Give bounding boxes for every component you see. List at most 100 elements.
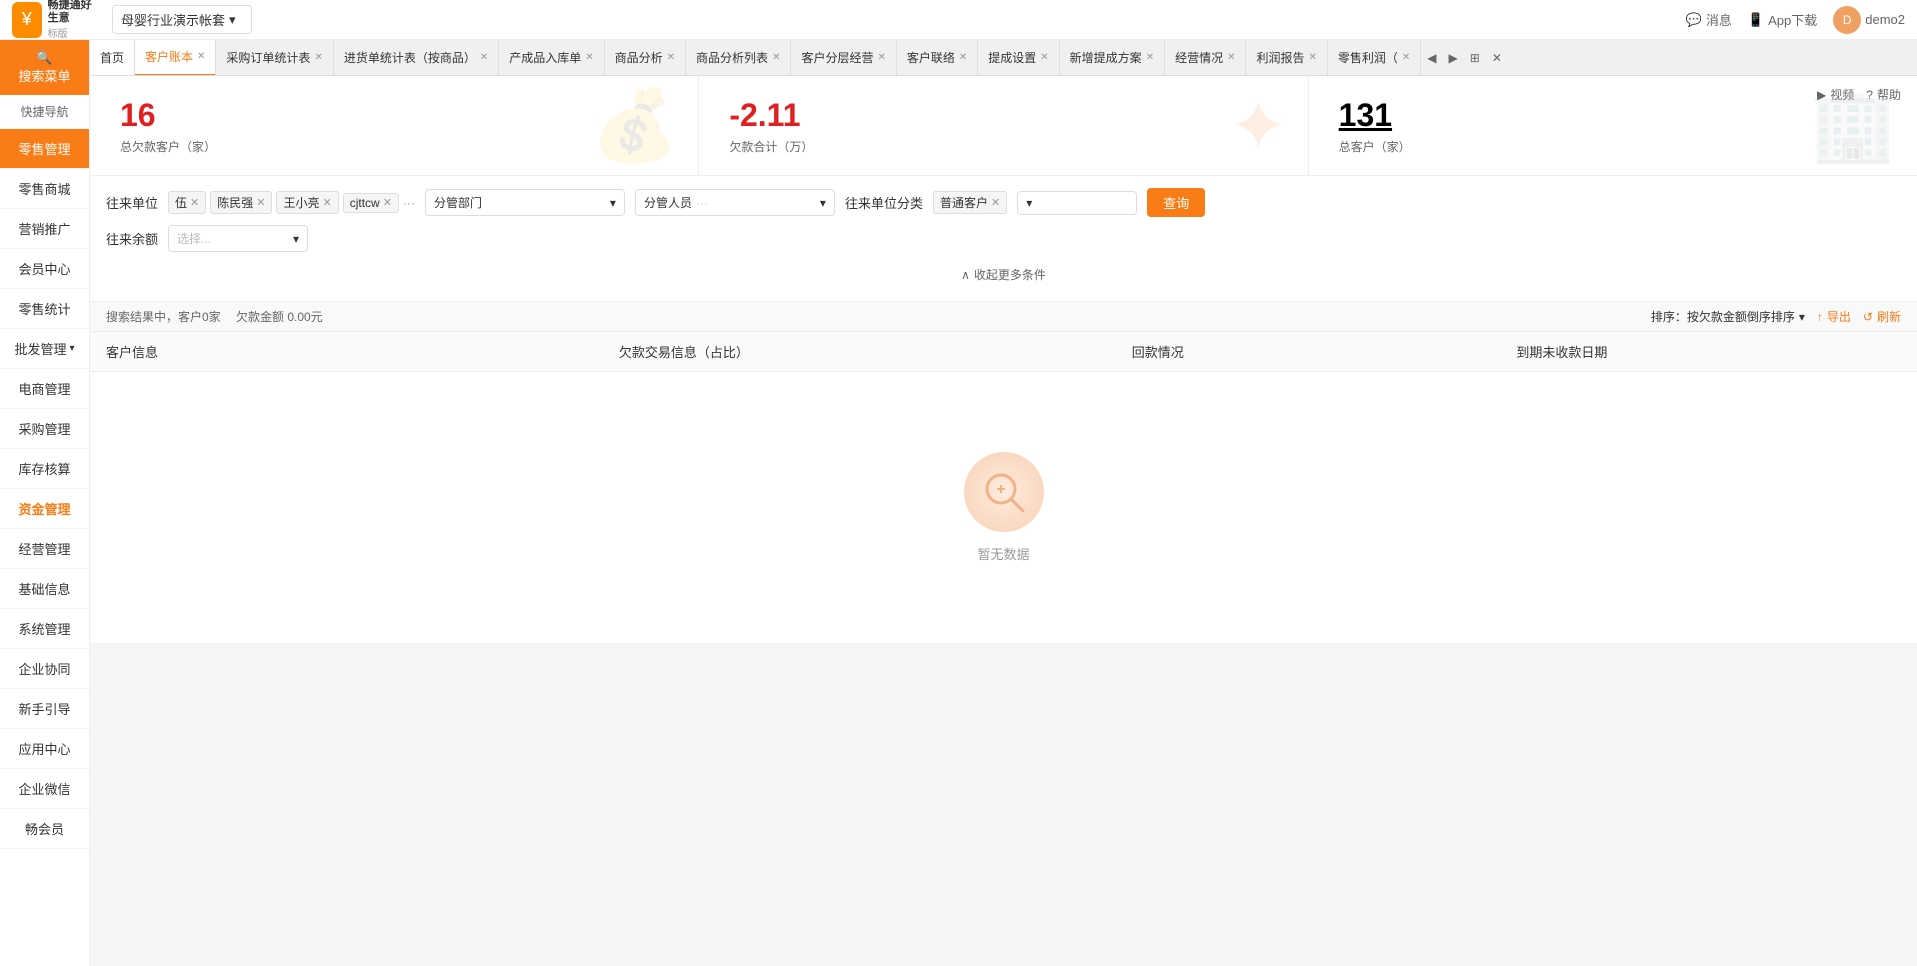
party-tag-wang-close[interactable]: ✕ xyxy=(323,196,332,209)
page-inner: ▶ 视频 ? 帮助 💰 16 总欠款客户（家） xyxy=(90,76,1917,643)
tab-home[interactable]: 首页 xyxy=(90,40,135,76)
refresh-button[interactable]: ↺ 刷新 xyxy=(1863,308,1901,325)
tab-new-advance[interactable]: 新增提成方案 ✕ xyxy=(1060,40,1165,76)
sidebar-item-enterprise-wechat[interactable]: 企业微信 xyxy=(0,769,89,809)
industry-selector[interactable]: 母婴行业演示帐套 ▾ xyxy=(112,5,252,34)
sidebar-item-system-mgmt[interactable]: 系统管理 xyxy=(0,609,89,649)
purchase-order-tab-label: 采购订单统计表 xyxy=(226,49,310,66)
tab-purchase-order[interactable]: 采购订单统计表 ✕ xyxy=(216,40,333,76)
export-button[interactable]: ↑ 导出 xyxy=(1817,308,1851,325)
category-select-extra[interactable]: ▾ xyxy=(1017,191,1137,215)
message-button[interactable]: 💬 消息 xyxy=(1686,10,1732,29)
sidebar-item-wholesale-mgmt[interactable]: 批发管理 ▾ xyxy=(0,329,89,369)
sidebar-item-basic-info[interactable]: 基础信息 xyxy=(0,569,89,609)
tab-customer-tier[interactable]: 客户分层经营 ✕ xyxy=(791,40,896,76)
sidebar-item-member-center[interactable]: 会员中心 xyxy=(0,249,89,289)
sidebar-item-purchase-mgmt[interactable]: 采购管理 xyxy=(0,409,89,449)
sidebar-item-app-center[interactable]: 应用中心 xyxy=(0,729,89,769)
party-tag-wang: 王小亮 ✕ xyxy=(276,191,338,214)
logo-sub: 标版 xyxy=(48,25,102,40)
tab-customer-ledger[interactable]: 客户账本 ✕ xyxy=(135,40,216,76)
collapse-button[interactable]: ∧ 收起更多条件 xyxy=(106,260,1901,289)
category-tag-normal: 普通客户 ✕ xyxy=(933,191,1007,214)
tab-close-all[interactable]: ✕ xyxy=(1486,40,1508,76)
sidebar-item-member-plus[interactable]: 畅会员 xyxy=(0,809,89,849)
party-tag-cjttcw-close[interactable]: ✕ xyxy=(383,196,392,209)
dept-selector[interactable]: 分管部门 ▾ xyxy=(425,189,625,216)
tab-close-purchase-order[interactable]: ✕ xyxy=(314,52,322,63)
avatar: D xyxy=(1833,6,1861,34)
party-tag-chen-close[interactable]: ✕ xyxy=(256,196,265,209)
tab-close-incoming-stats[interactable]: ✕ xyxy=(480,52,488,63)
table-empty-state: 暂无数据 xyxy=(90,372,1917,643)
category-tag-normal-close[interactable]: ✕ xyxy=(991,196,1000,209)
sort-selector[interactable]: 排序：按欠款金额倒序排序 ▾ xyxy=(1651,308,1805,325)
sidebar-item-inventory[interactable]: 库存核算 xyxy=(0,449,89,489)
stat-card-credit-amount: ✦ -2.11 欠款合计（万） xyxy=(699,76,1308,175)
tab-close-goods-analysis[interactable]: ✕ xyxy=(667,52,675,63)
sidebar-item-enterprise-collab[interactable]: 企业协同 xyxy=(0,649,89,689)
dept-chevron-icon: ▾ xyxy=(610,196,616,210)
sidebar-item-search-menu[interactable]: 🔍 搜索菜单 xyxy=(0,40,89,95)
app-download-button[interactable]: 📱 App下载 xyxy=(1748,10,1817,29)
tab-close-customer-ledger[interactable]: ✕ xyxy=(197,51,205,62)
sidebar-item-capital-mgmt[interactable]: 资金管理 xyxy=(0,489,89,529)
logo-text: 畅捷通好生意 xyxy=(48,0,102,25)
tab-goods-analysis[interactable]: 商品分析 ✕ xyxy=(605,40,686,76)
tab-retail-profit[interactable]: 零售利润（ ✕ xyxy=(1328,40,1421,76)
tab-close-customer-tier[interactable]: ✕ xyxy=(877,52,885,63)
tab-close-goods-analysis-list[interactable]: ✕ xyxy=(772,52,780,63)
party-tag-chen-value: 陈民强 xyxy=(217,194,253,211)
tab-close-product-inbound[interactable]: ✕ xyxy=(585,52,593,63)
tab-expand[interactable]: ⊞ xyxy=(1464,40,1486,76)
sidebar-item-ecommerce[interactable]: 电商管理 xyxy=(0,369,89,409)
empty-text: 暂无数据 xyxy=(977,544,1029,563)
party-tag-wu-value: 伍 xyxy=(175,194,187,211)
party-tag-chen: 陈民强 ✕ xyxy=(210,191,272,214)
person-selector[interactable]: 分管人员 ··· ▾ xyxy=(635,189,835,216)
stat-value-total-customers[interactable]: 131 xyxy=(1339,97,1411,134)
category-tag-normal-value: 普通客户 xyxy=(940,194,988,211)
sidebar: 🔍 搜索菜单 快捷导航 零售管理 零售商城 营销推广 会员中心 零售统计 批发管… xyxy=(0,40,90,966)
tab-product-inbound[interactable]: 产成品入库单 ✕ xyxy=(499,40,604,76)
sidebar-item-retail-mall[interactable]: 零售商城 xyxy=(0,169,89,209)
customer-tier-tab-label: 客户分层经营 xyxy=(801,49,873,66)
tab-close-new-advance[interactable]: ✕ xyxy=(1146,52,1154,63)
sidebar-item-retail-stats[interactable]: 零售统计 xyxy=(0,289,89,329)
tab-close-advance-settings[interactable]: ✕ xyxy=(1040,52,1048,63)
tab-close-operations[interactable]: ✕ xyxy=(1227,52,1235,63)
party-tag-cjttcw-value: cjttcw xyxy=(350,196,380,210)
refresh-icon: ↺ xyxy=(1863,310,1873,324)
message-label: 消息 xyxy=(1706,10,1732,29)
search-button[interactable]: 查询 xyxy=(1147,188,1205,217)
tab-customer-contact[interactable]: 客户联络 ✕ xyxy=(897,40,978,76)
home-tab-label: 首页 xyxy=(100,49,124,66)
tab-scroll-left[interactable]: ◀ xyxy=(1421,40,1442,76)
tab-profit-report[interactable]: 利润报告 ✕ xyxy=(1246,40,1327,76)
tab-close-retail-profit[interactable]: ✕ xyxy=(1402,52,1410,63)
balance-selector[interactable]: 选择... ▾ xyxy=(168,225,308,252)
sidebar-item-newbie-guide[interactable]: 新手引导 xyxy=(0,689,89,729)
content-area: 首页 客户账本 ✕ 采购订单统计表 ✕ 进货单统计表（按商品） ✕ 产成品入库单… xyxy=(90,40,1917,966)
party-tag-wu-close[interactable]: ✕ xyxy=(190,196,199,209)
party-tags-more[interactable]: ··· xyxy=(403,196,415,210)
phone-icon: 📱 xyxy=(1748,12,1764,28)
search-icon: 🔍 xyxy=(8,50,81,66)
tab-operations[interactable]: 经营情况 ✕ xyxy=(1165,40,1246,76)
sidebar-item-retail-mgmt[interactable]: 零售管理 xyxy=(0,129,89,169)
category-filter-label: 往来单位分类 xyxy=(845,193,923,212)
tab-advance-settings[interactable]: 提成设置 ✕ xyxy=(978,40,1059,76)
sidebar-item-marketing[interactable]: 营销推广 xyxy=(0,209,89,249)
party-tags: 伍 ✕ 陈民强 ✕ 王小亮 ✕ xyxy=(168,191,415,214)
balance-chevron-icon: ▾ xyxy=(293,232,299,246)
tab-incoming-stats[interactable]: 进货单统计表（按商品） ✕ xyxy=(334,40,499,76)
category-chevron-icon: ▾ xyxy=(1026,196,1032,210)
tab-close-profit-report[interactable]: ✕ xyxy=(1309,52,1317,63)
stat-bg-building-icon: 🏢 xyxy=(1810,85,1897,167)
tab-close-customer-contact[interactable]: ✕ xyxy=(959,52,967,63)
tab-scroll-right[interactable]: ▶ xyxy=(1443,40,1464,76)
sidebar-item-operations-mgmt[interactable]: 经营管理 xyxy=(0,529,89,569)
sidebar-item-quick-nav[interactable]: 快捷导航 xyxy=(0,95,89,129)
user-menu[interactable]: D demo2 xyxy=(1833,6,1905,34)
tab-goods-analysis-list[interactable]: 商品分析列表 ✕ xyxy=(686,40,791,76)
